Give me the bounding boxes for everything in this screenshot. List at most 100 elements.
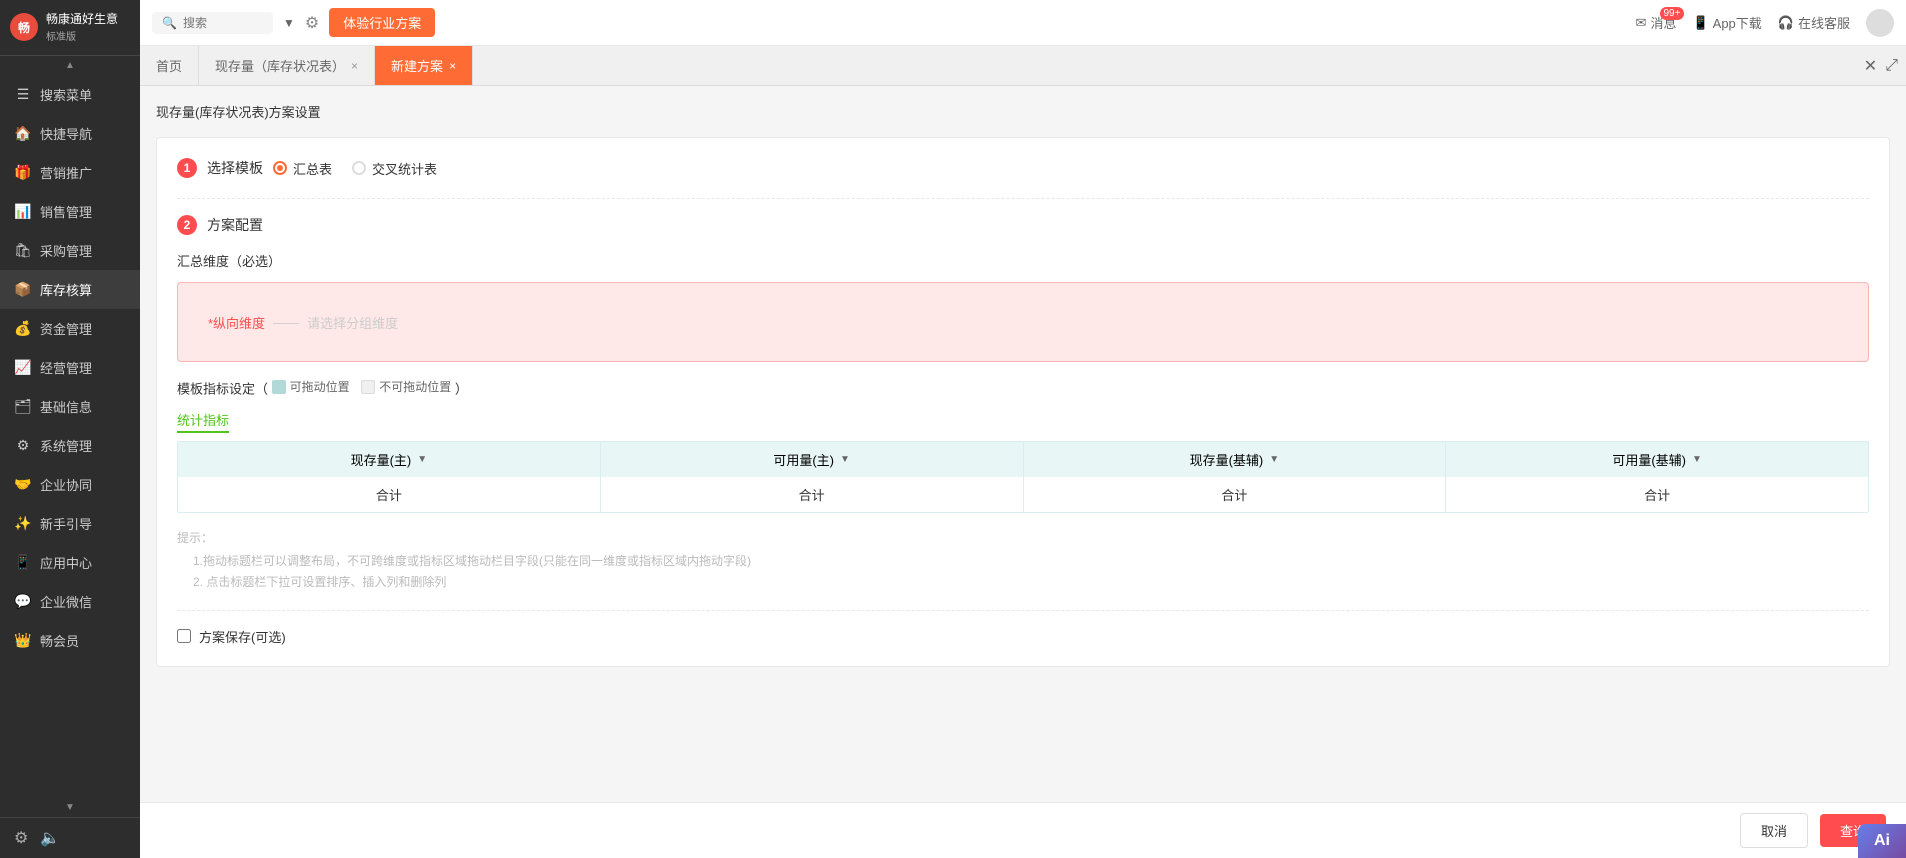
sidebar-item-finance[interactable]: 💰 资金管理 [0, 309, 140, 348]
col-body-2: 合计 [1024, 477, 1447, 512]
col-dropdown-1[interactable]: ▼ [840, 454, 850, 465]
col-dropdown-0[interactable]: ▼ [417, 454, 427, 465]
sidebar-item-collab[interactable]: 🤝 企业协同 [0, 465, 140, 504]
search-input[interactable] [183, 16, 263, 30]
cancel-button[interactable]: 取消 [1740, 813, 1808, 848]
topbar-right: ✉ 消息 99+ 📱 App下载 🎧 在线客服 [1636, 9, 1894, 37]
indicator-settings: 模板指标设定（ 可拖动位置 不可拖动位置 ） [177, 378, 1869, 398]
non-draggable-legend-box [361, 380, 375, 394]
volume-icon[interactable]: 🔈 [40, 828, 60, 848]
step1-badge: 1 [177, 158, 197, 178]
sidebar-item-purchase[interactable]: 🛍 采购管理 [0, 231, 140, 270]
tab-new-scheme[interactable]: 新建方案 × [375, 46, 473, 85]
col-header-label-0: 现存量(主) [351, 450, 412, 469]
messages-btn[interactable]: ✉ 消息 99+ [1636, 13, 1677, 32]
sidebar-item-basics[interactable]: 🗂 基础信息 [0, 387, 140, 426]
divider-2 [177, 610, 1869, 611]
dimension-required: *纵向维度 [208, 313, 265, 332]
save-checkbox[interactable] [177, 629, 191, 643]
sidebar-scroll-down[interactable]: ▼ [0, 798, 140, 817]
radio-cross[interactable]: 交叉统计表 [352, 159, 437, 178]
appcenter-icon: 📱 [14, 554, 32, 571]
sidebar-scroll-up[interactable]: ▲ [0, 56, 140, 75]
sidebar-item-member[interactable]: 👑 畅会员 [0, 621, 140, 660]
sidebar-item-system[interactable]: ⚙ 系统管理 [0, 426, 140, 465]
dimension-area[interactable]: *纵向维度 —— 请选择分组维度 [177, 282, 1869, 362]
topbar-gear-icon[interactable]: ⚙ [305, 13, 319, 33]
finance-icon: 💰 [14, 320, 32, 337]
radio-cross-label: 交叉统计表 [372, 159, 437, 178]
app-download-btn[interactable]: 📱 App下载 [1692, 13, 1761, 32]
sidebar-item-search[interactable]: ☰ 搜索菜单 [0, 75, 140, 114]
radio-summary-circle [273, 161, 287, 175]
sidebar-item-label: 采购管理 [40, 241, 92, 260]
topbar-dropdown-icon[interactable]: ▼ [283, 16, 295, 30]
guide-icon: ✨ [14, 515, 32, 532]
stats-table: 现存量(主) ▼ 可用量(主) ▼ 现存量(基辅) ▼ [177, 441, 1869, 513]
sidebar-item-label: 系统管理 [40, 436, 92, 455]
experience-btn[interactable]: 体验行业方案 [329, 8, 435, 37]
sidebar-item-label: 营销推广 [40, 163, 92, 182]
col-header-label-2: 现存量(基辅) [1190, 450, 1264, 469]
online-service-btn[interactable]: 🎧 在线客服 [1778, 13, 1850, 32]
draggable-legend-box [272, 380, 286, 394]
user-avatar[interactable] [1866, 9, 1894, 37]
sidebar-item-sales[interactable]: 📊 销售管理 [0, 192, 140, 231]
sidebar-item-operations[interactable]: 📈 经营管理 [0, 348, 140, 387]
step1-title: 选择模板 [207, 158, 263, 178]
col-header-3[interactable]: 可用量(基辅) ▼ [1446, 442, 1868, 477]
tab-inventory-close[interactable]: × [351, 59, 358, 73]
stats-table-body: 合计 合计 合计 合计 [178, 477, 1868, 512]
sidebar-item-marketing[interactable]: 🎁 营销推广 [0, 153, 140, 192]
stats-table-header: 现存量(主) ▼ 可用量(主) ▼ 现存量(基辅) ▼ [178, 442, 1868, 477]
sidebar-item-label: 库存核算 [40, 280, 92, 299]
draggable-legend: 可拖动位置 [272, 378, 350, 395]
quicknav-icon: 🏠 [14, 125, 32, 142]
sidebar-item-guide[interactable]: ✨ 新手引导 [0, 504, 140, 543]
save-option: 方案保存(可选) [177, 627, 1869, 646]
step2-section: 2 方案配置 汇总维度（必选） *纵向维度 —— 请选择分组维度 模板指标设定（ [177, 215, 1869, 590]
tab-new-close[interactable]: × [449, 59, 456, 73]
stats-section: 统计指标 现存量(主) ▼ 可用量(主) ▼ [177, 410, 1869, 513]
app-download-label: App下载 [1713, 13, 1762, 32]
tab-inventory-label: 现存量（库存状况表） [215, 56, 345, 75]
tab-home[interactable]: 首页 [140, 46, 199, 85]
sidebar-item-wechat[interactable]: 💬 企业微信 [0, 582, 140, 621]
col-header-2[interactable]: 现存量(基辅) ▼ [1024, 442, 1447, 477]
sidebar-item-inventory[interactable]: 📦 库存核算 [0, 270, 140, 309]
topbar-search-box: 🔍 [152, 12, 273, 34]
step1-header: 1 选择模板 汇总表 交叉统计表 [177, 158, 1869, 178]
col-dropdown-2[interactable]: ▼ [1269, 454, 1279, 465]
col-header-label-3: 可用量(基辅) [1612, 450, 1686, 469]
non-draggable-legend-label: 不可拖动位置 [379, 378, 451, 395]
sidebar-item-quicknav[interactable]: 🏠 快捷导航 [0, 114, 140, 153]
online-service-label: 在线客服 [1798, 13, 1850, 32]
col-dropdown-3[interactable]: ▼ [1692, 454, 1702, 465]
template-radio-group: 汇总表 交叉统计表 [273, 159, 437, 178]
operations-icon: 📈 [14, 359, 32, 376]
draggable-legend-label: 可拖动位置 [290, 378, 350, 395]
tab-inventory[interactable]: 现存量（库存状况表） × [199, 46, 375, 85]
col-header-0[interactable]: 现存量(主) ▼ [178, 442, 601, 477]
wechat-icon: 💬 [14, 593, 32, 610]
radio-summary[interactable]: 汇总表 [273, 159, 332, 178]
divider-1 [177, 198, 1869, 199]
ai-float-button[interactable]: Ai [1858, 824, 1906, 858]
tab-expand-btn[interactable]: ⤢ [1885, 57, 1898, 75]
tab-close-btn[interactable]: ✕ [1864, 56, 1877, 76]
app-name: 畅康通好生意 [46, 12, 118, 28]
tabs-controls: ✕ ⤢ [1856, 56, 1906, 76]
sidebar-item-label: 搜索菜单 [40, 85, 92, 104]
col-body-0: 合计 [178, 477, 601, 512]
sidebar-nav: ☰ 搜索菜单 🏠 快捷导航 🎁 营销推广 📊 销售管理 🛍 采购管理 📦 库存核… [0, 75, 140, 798]
col-header-1[interactable]: 可用量(主) ▼ [601, 442, 1024, 477]
tips-item-1: 2. 点击标题栏下拉可设置排序、插入列和删除列 [177, 573, 1869, 590]
settings-icon[interactable]: ⚙ [14, 828, 28, 848]
system-icon: ⚙ [14, 437, 32, 454]
sidebar-item-label: 企业微信 [40, 592, 92, 611]
sidebar-item-appcenter[interactable]: 📱 应用中心 [0, 543, 140, 582]
sales-icon: 📊 [14, 203, 32, 220]
logo-icon: 畅 [10, 13, 38, 41]
tips-section: 提示： 1.拖动标题栏可以调整布局，不可跨维度或指标区域拖动栏目字段(只能在同一… [177, 529, 1869, 590]
col-body-1: 合计 [601, 477, 1024, 512]
